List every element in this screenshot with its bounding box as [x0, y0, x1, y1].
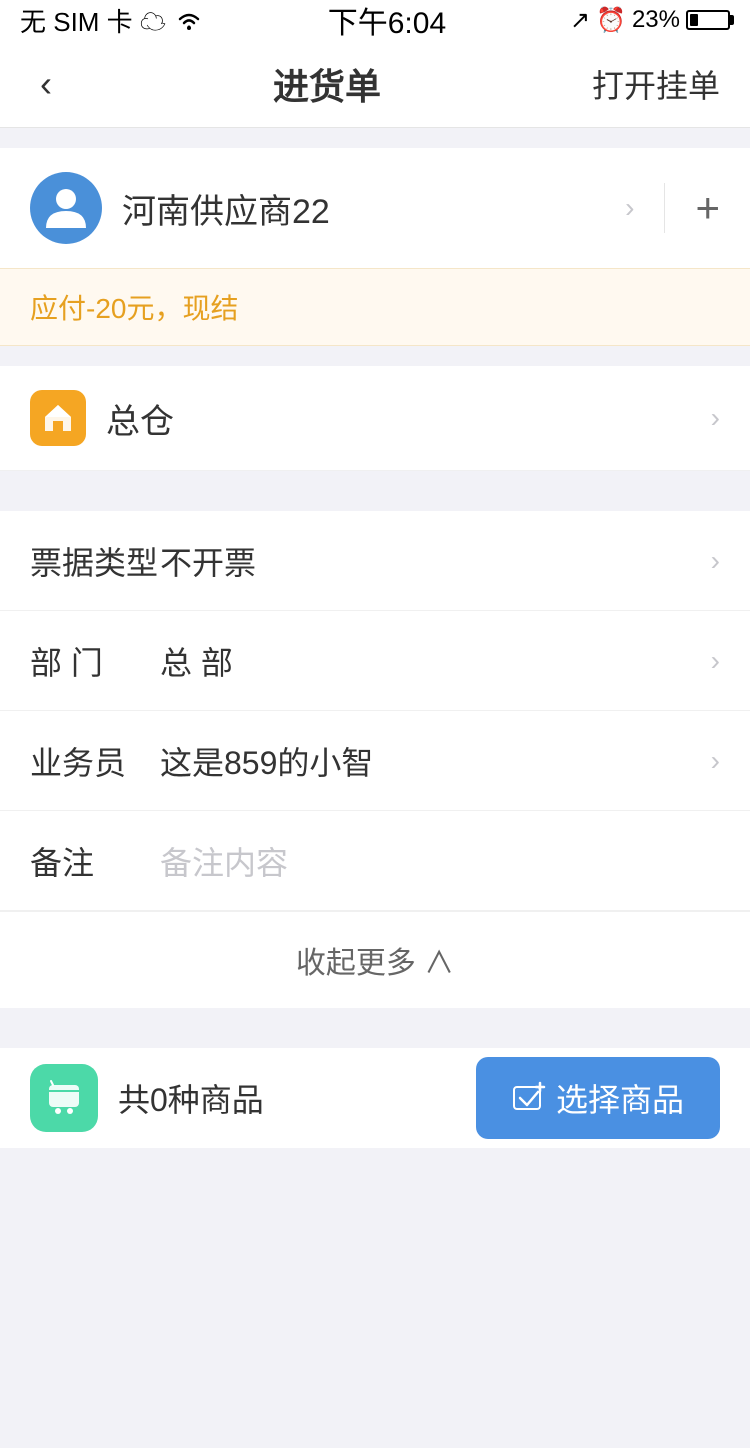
status-bar: 无 SIM 卡 ☁ 下午6:04 ↗ ⏰ 23%	[0, 0, 750, 40]
remark-row[interactable]: 备注 备注内容	[0, 811, 750, 911]
department-chevron-icon: ›	[711, 645, 720, 677]
salesperson-row[interactable]: 业务员 这是859的小智 ›	[0, 711, 750, 811]
open-pending-button[interactable]: 打开挂单	[592, 61, 720, 107]
fields-divider	[0, 471, 750, 491]
warehouse-name: 总仓	[106, 394, 711, 443]
select-product-button[interactable]: 选择商品	[476, 1057, 720, 1139]
department-label: 部 门	[30, 638, 160, 684]
remark-label: 备注	[30, 838, 160, 884]
bottom-divider	[0, 1008, 750, 1028]
select-product-label: 选择商品	[556, 1075, 684, 1121]
wifi-icon	[174, 9, 204, 31]
department-row[interactable]: 部 门 总 部 ›	[0, 611, 750, 711]
vertical-divider	[664, 183, 665, 233]
supplier-row[interactable]: 河南供应商22 › +	[0, 148, 750, 268]
invoice-type-label: 票据类型	[30, 538, 160, 584]
department-value: 总 部	[160, 638, 711, 684]
top-divider	[0, 128, 750, 148]
remark-placeholder: 备注内容	[160, 838, 720, 884]
warehouse-icon	[41, 401, 75, 435]
invoice-type-row[interactable]: 票据类型 不开票 ›	[0, 511, 750, 611]
status-right: ↗ ⏰ 23%	[570, 6, 730, 35]
supplier-chevron-icon: ›	[625, 192, 634, 224]
battery-pct: 23%	[632, 6, 680, 34]
status-left: 无 SIM 卡 ☁	[20, 2, 204, 39]
warehouse-icon-bg	[30, 390, 86, 446]
nav-bar: ‹ 进货单 打开挂单	[0, 40, 750, 128]
warehouse-divider	[0, 346, 750, 366]
add-supplier-button[interactable]: +	[695, 184, 720, 232]
product-count-label: 共0种商品	[118, 1075, 476, 1121]
battery-icon	[686, 10, 730, 30]
supplier-name: 河南供应商22	[122, 184, 625, 233]
supplier-avatar	[30, 172, 102, 244]
background-fill	[0, 1148, 750, 1448]
cart-icon	[43, 1077, 85, 1119]
salesperson-value: 这是859的小智	[160, 738, 711, 784]
page-title: 进货单	[273, 58, 381, 110]
form-section: 票据类型 不开票 › 部 门 总 部 › 业务员 这是859的小智 › 备注 备…	[0, 511, 750, 1008]
invoice-type-value: 不开票	[160, 538, 711, 584]
warehouse-row[interactable]: 总仓 ›	[0, 366, 750, 471]
no-sim-label: 无 SIM 卡 ☁	[20, 2, 166, 39]
salesperson-label: 业务员	[30, 738, 160, 784]
salesperson-chevron-icon: ›	[711, 745, 720, 777]
invoice-type-chevron-icon: ›	[711, 545, 720, 577]
alarm-icon: ⏰	[596, 6, 626, 35]
collapse-button[interactable]: 收起更多 ∧	[0, 911, 750, 1008]
person-icon	[41, 183, 91, 233]
location-icon: ↗	[570, 6, 590, 35]
warehouse-section: 总仓 ›	[0, 366, 750, 471]
warehouse-chevron-icon: ›	[711, 402, 720, 434]
status-time: 下午6:04	[328, 0, 446, 42]
bottom-bar: 共0种商品 选择商品	[0, 1048, 750, 1148]
product-icon-bg	[30, 1064, 98, 1132]
back-button[interactable]: ‹	[30, 53, 62, 115]
alert-banner: 应付-20元，现结	[0, 268, 750, 346]
supplier-section: 河南供应商22 › + 应付-20元，现结	[0, 148, 750, 346]
select-product-icon	[512, 1081, 546, 1115]
